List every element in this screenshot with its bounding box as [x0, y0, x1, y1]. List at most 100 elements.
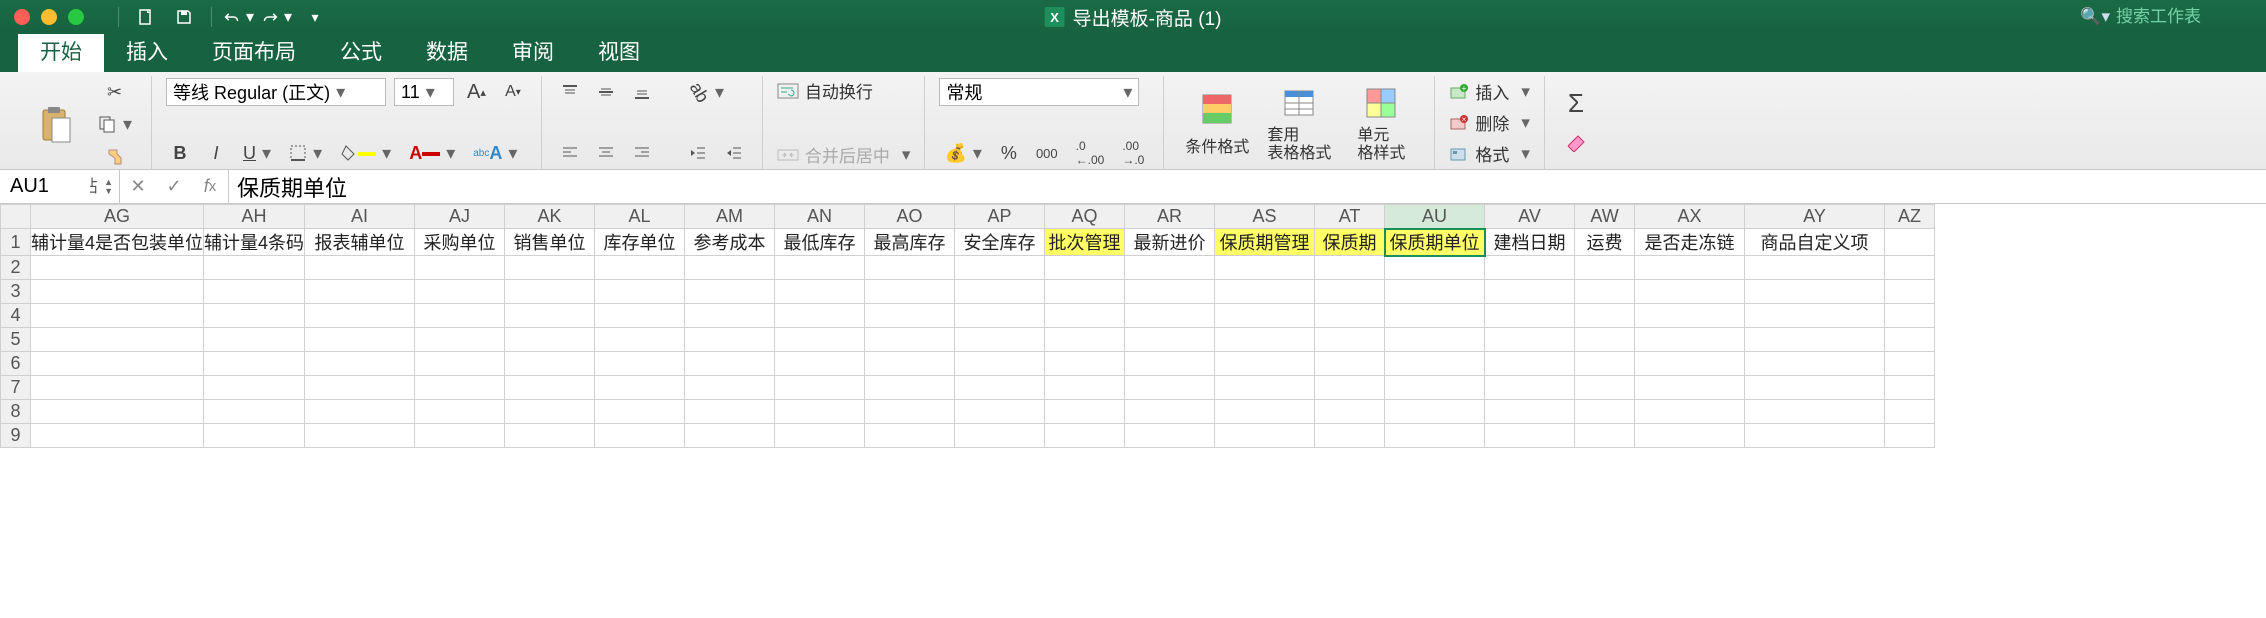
italic-button[interactable]: I: [202, 139, 230, 167]
confirm-edit-icon[interactable]: ✓: [156, 170, 192, 203]
cell[interactable]: [595, 400, 685, 424]
cut-icon[interactable]: ✂: [92, 78, 137, 106]
cell[interactable]: [1125, 352, 1215, 376]
cell-style-button[interactable]: 单元 格样式: [1342, 83, 1420, 162]
cell[interactable]: [31, 328, 204, 352]
clear-icon[interactable]: [1559, 128, 1593, 156]
cell[interactable]: [595, 280, 685, 304]
column-header[interactable]: AU: [1385, 205, 1485, 229]
cell[interactable]: [1315, 256, 1385, 280]
cell[interactable]: [1745, 424, 1885, 448]
cell[interactable]: [1385, 328, 1485, 352]
cell[interactable]: [775, 256, 865, 280]
number-format-combo[interactable]: 常规▾: [939, 78, 1139, 106]
cell[interactable]: [1125, 400, 1215, 424]
align-bottom-icon[interactable]: [628, 78, 656, 106]
cell[interactable]: 保质期单位: [1385, 229, 1485, 256]
cell[interactable]: [865, 376, 955, 400]
cell[interactable]: [775, 376, 865, 400]
undo-icon[interactable]: ▾: [224, 5, 254, 29]
cell[interactable]: 销售单位: [505, 229, 595, 256]
column-header[interactable]: AS: [1215, 205, 1315, 229]
cell[interactable]: [1315, 304, 1385, 328]
column-header[interactable]: AN: [775, 205, 865, 229]
cell[interactable]: [1125, 328, 1215, 352]
cell[interactable]: [1635, 256, 1745, 280]
tab-view[interactable]: 视图: [576, 28, 662, 72]
cell[interactable]: [1745, 304, 1885, 328]
cell[interactable]: [305, 280, 415, 304]
cell[interactable]: [505, 328, 595, 352]
tab-home[interactable]: 开始: [18, 28, 104, 72]
cell[interactable]: [1385, 280, 1485, 304]
cell[interactable]: [1635, 424, 1745, 448]
cell[interactable]: [415, 280, 505, 304]
cell[interactable]: 运费: [1575, 229, 1635, 256]
sheet-search[interactable]: 🔍▾: [2080, 7, 2256, 27]
cell[interactable]: [865, 400, 955, 424]
cell[interactable]: [1575, 280, 1635, 304]
cell[interactable]: [1635, 328, 1745, 352]
cell[interactable]: 参考成本: [685, 229, 775, 256]
cell[interactable]: 最低库存: [775, 229, 865, 256]
cell[interactable]: 保质期: [1315, 229, 1385, 256]
cell[interactable]: [204, 424, 305, 448]
increase-font-icon[interactable]: A▴: [462, 78, 491, 106]
copy-icon[interactable]: ▾: [92, 110, 137, 138]
cell[interactable]: [1745, 400, 1885, 424]
cell[interactable]: [1315, 424, 1385, 448]
cell[interactable]: [775, 400, 865, 424]
underline-button[interactable]: U▾: [238, 139, 276, 167]
align-right-icon[interactable]: [628, 139, 656, 167]
cell[interactable]: 辅计量4条码: [204, 229, 305, 256]
cell[interactable]: [1385, 424, 1485, 448]
cell[interactable]: [305, 256, 415, 280]
column-header[interactable]: AQ: [1045, 205, 1125, 229]
cell[interactable]: [1885, 304, 1935, 328]
cell[interactable]: [775, 280, 865, 304]
row-header[interactable]: 2: [1, 256, 31, 280]
cell[interactable]: [1885, 280, 1935, 304]
redo-icon[interactable]: ▾: [262, 5, 292, 29]
fx-icon[interactable]: fx: [192, 170, 228, 203]
cell[interactable]: 安全库存: [955, 229, 1045, 256]
cell[interactable]: [1385, 304, 1485, 328]
cell[interactable]: [1315, 400, 1385, 424]
cell[interactable]: [1125, 304, 1215, 328]
autosum-icon[interactable]: Σ: [1559, 90, 1593, 118]
cell[interactable]: 辅计量4是否包装单位: [31, 229, 204, 256]
cell[interactable]: [31, 400, 204, 424]
cell-reference-input[interactable]: [10, 175, 90, 198]
paste-button[interactable]: [24, 104, 84, 144]
delete-cells-button[interactable]: ×删除▾: [1449, 110, 1530, 135]
tab-insert[interactable]: 插入: [104, 28, 190, 72]
cell[interactable]: [595, 424, 685, 448]
cell[interactable]: 是否走冻链: [1635, 229, 1745, 256]
cell[interactable]: 库存单位: [595, 229, 685, 256]
column-header[interactable]: AR: [1125, 205, 1215, 229]
cell[interactable]: [685, 328, 775, 352]
cell[interactable]: [505, 376, 595, 400]
cell[interactable]: [204, 304, 305, 328]
cell[interactable]: [1215, 352, 1315, 376]
cell[interactable]: [955, 328, 1045, 352]
column-header[interactable]: AP: [955, 205, 1045, 229]
cell[interactable]: [1485, 304, 1575, 328]
cell[interactable]: [1575, 424, 1635, 448]
conditional-format-button[interactable]: 条件格式: [1178, 89, 1256, 157]
cell[interactable]: [1485, 376, 1575, 400]
cell[interactable]: [595, 256, 685, 280]
column-header[interactable]: AX: [1635, 205, 1745, 229]
cell[interactable]: [415, 400, 505, 424]
cell[interactable]: [865, 424, 955, 448]
cell[interactable]: [1385, 256, 1485, 280]
cell[interactable]: [865, 280, 955, 304]
orientation-icon[interactable]: ab▾: [684, 78, 729, 106]
cell[interactable]: [1635, 304, 1745, 328]
cell[interactable]: [685, 280, 775, 304]
cell[interactable]: [31, 280, 204, 304]
cell[interactable]: 最高库存: [865, 229, 955, 256]
align-left-icon[interactable]: [556, 139, 584, 167]
cell[interactable]: [1575, 328, 1635, 352]
cell[interactable]: [955, 256, 1045, 280]
